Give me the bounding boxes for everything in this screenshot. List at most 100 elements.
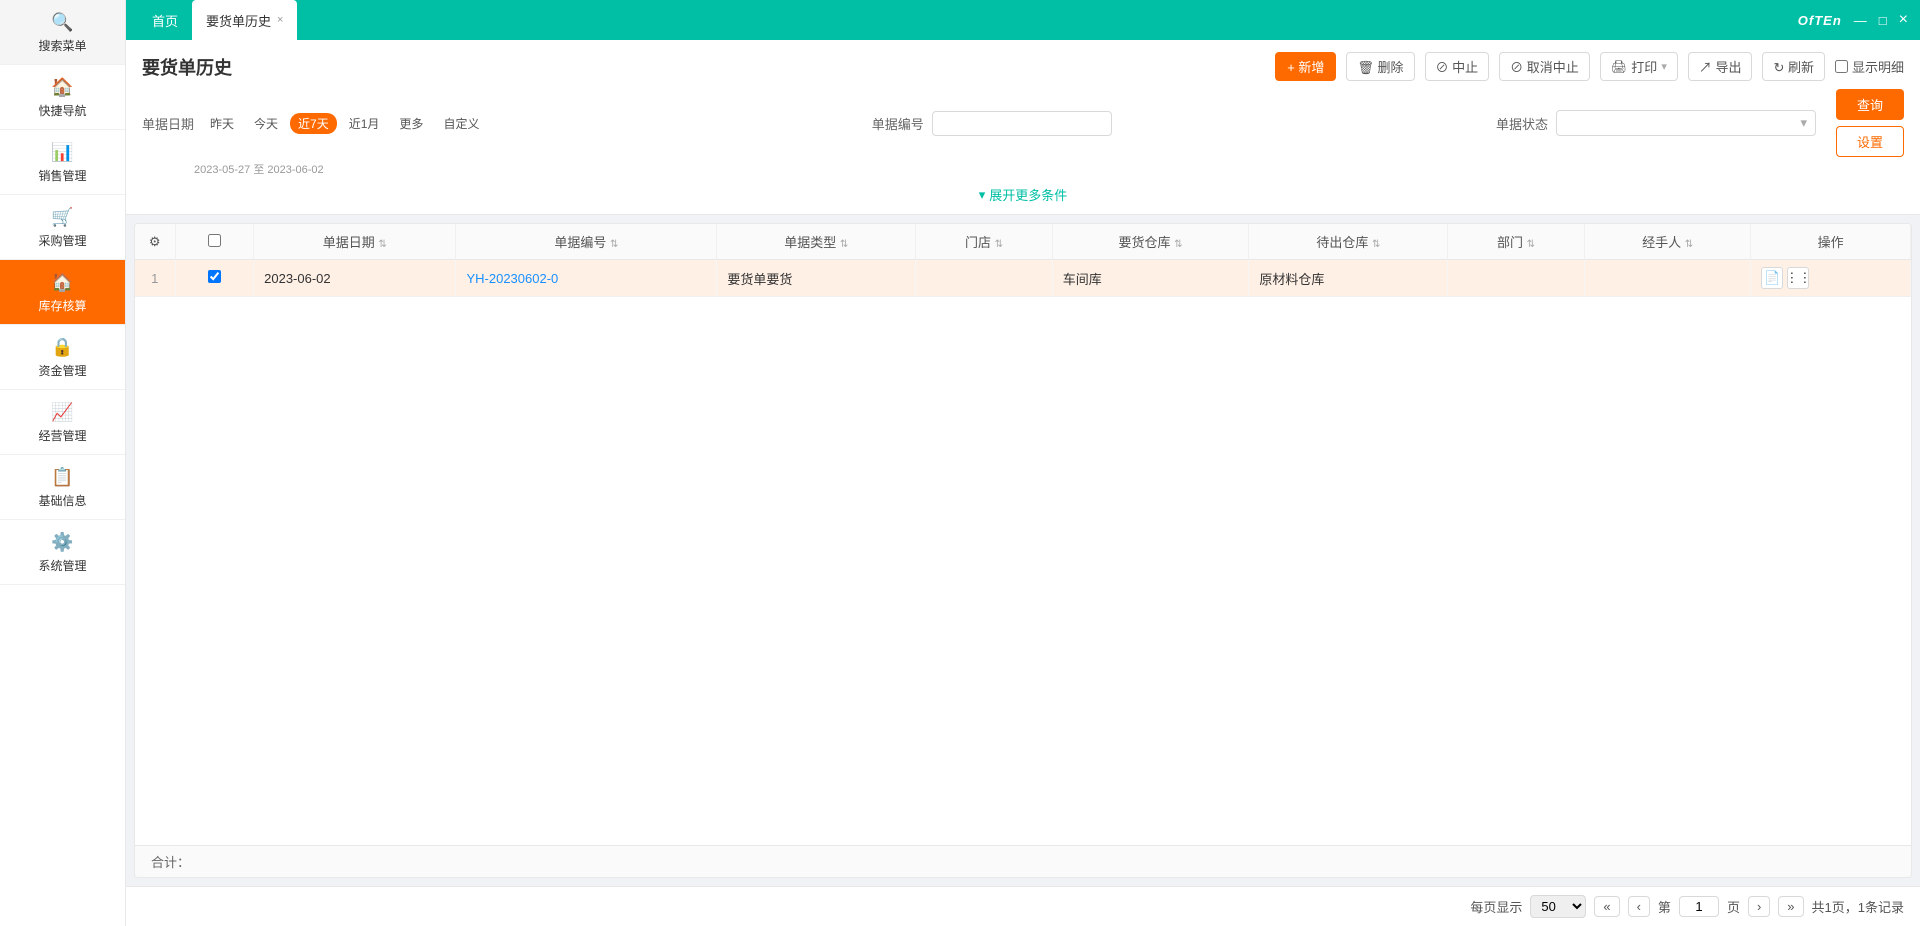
sidebar-item-purchase-mgmt[interactable]: 🛒 采购管理 (0, 195, 125, 260)
sidebar-item-search-menu[interactable]: 🔍 搜索菜单 (0, 0, 125, 65)
table-wrapper: ⚙ 单据日期 ⇅ 单据编号 ⇅ (134, 223, 1912, 878)
toolbar: + 新增 🗑 删除 ⊘ 中止 ⊘ 取消中止 🖨 🖨 打印 打印 ▾ ↗ 导出 ↻… (1275, 52, 1904, 81)
last-page-button[interactable]: » (1778, 896, 1803, 917)
select-all-checkbox[interactable] (208, 234, 221, 247)
page-number-input[interactable] (1679, 896, 1719, 917)
maximize-button[interactable]: □ (1879, 13, 1887, 28)
topbar: 首页 要货单历史 × OfTEn — □ × (126, 0, 1920, 40)
query-button[interactable]: 查询 (1836, 89, 1904, 120)
next-page-button[interactable]: › (1748, 896, 1770, 917)
prev-page-button[interactable]: ‹ (1628, 896, 1650, 917)
col-pending-warehouse: 待出仓库 ⇅ (1249, 224, 1448, 260)
row-num: 1 (135, 260, 175, 297)
row-checkbox[interactable] (208, 270, 221, 283)
col-order-no: 单据编号 ⇅ (456, 224, 717, 260)
expand-more-button[interactable]: ▾ 展开更多条件 (142, 185, 1904, 204)
status-filter-group: 单据状态 ▾ (1496, 110, 1816, 136)
status-select[interactable]: ▾ (1556, 110, 1816, 136)
sidebar-item-sales-mgmt[interactable]: 📊 销售管理 (0, 130, 125, 195)
filter-actions: 查询 设置 (1836, 89, 1904, 157)
cancel-stop-button[interactable]: ⊘ 取消中止 (1499, 52, 1590, 81)
sort-order-no-icon[interactable]: ⇅ (610, 239, 618, 250)
date-filter-group: 单据日期 昨天 今天 近7天 近1月 更多 自定义 (142, 113, 487, 134)
tab-order-history[interactable]: 要货单历史 × (192, 0, 297, 40)
sidebar-item-finance-mgmt[interactable]: 🔒 资金管理 (0, 325, 125, 390)
export-button[interactable]: ↗ 导出 (1688, 52, 1753, 81)
sales-icon: 📊 (51, 142, 73, 163)
row-edit-icon[interactable]: 📄 (1761, 267, 1783, 289)
sidebar-item-quick-nav[interactable]: 🏠 快捷导航 (0, 65, 125, 130)
date-shortcuts: 昨天 今天 近7天 近1月 更多 自定义 (202, 113, 487, 134)
order-no-input[interactable] (932, 111, 1112, 136)
row-more-icon[interactable]: ⋮⋮ (1787, 267, 1809, 289)
shortcut-today[interactable]: 今天 (246, 113, 286, 134)
print-icon: 🖨 (1611, 59, 1628, 75)
sort-date-icon[interactable]: ⇅ (378, 239, 386, 250)
sidebar-item-ops-mgmt[interactable]: 📈 经营管理 (0, 390, 125, 455)
col-gear: ⚙ (135, 224, 175, 260)
refresh-button[interactable]: ↻ 刷新 (1762, 52, 1825, 81)
tab-home[interactable]: 首页 (138, 0, 192, 40)
shortcut-more[interactable]: 更多 (391, 113, 431, 134)
expand-icon: ▾ (979, 187, 986, 203)
delete-button[interactable]: 🗑 删除 (1346, 52, 1414, 81)
sort-order-type-icon[interactable]: ⇅ (840, 239, 848, 250)
row-date: 2023-06-02 (254, 260, 456, 297)
col-order-type: 单据类型 ⇅ (717, 224, 916, 260)
col-checkbox (175, 224, 254, 260)
close-tab-icon[interactable]: × (277, 14, 283, 26)
col-handler: 经手人 ⇅ (1584, 224, 1751, 260)
table-footer: 合计： (135, 845, 1911, 877)
home-icon: 🏠 (51, 77, 73, 98)
gear-icon[interactable]: ⚙ (149, 234, 161, 249)
table-header-row: ⚙ 单据日期 ⇅ 单据编号 ⇅ (135, 224, 1911, 260)
row-order-no: YH-20230602-0 (456, 260, 717, 297)
stop-button[interactable]: ⊘ 中止 (1425, 52, 1490, 81)
sort-req-warehouse-icon[interactable]: ⇅ (1174, 239, 1182, 250)
topbar-right: OfTEn — □ × (1798, 11, 1908, 29)
main-area: 首页 要货单历史 × OfTEn — □ × 要货单历史 + 新增 🗑 删除 ⊘… (126, 0, 1920, 926)
col-req-warehouse: 要货仓库 ⇅ (1052, 224, 1249, 260)
per-page-select[interactable]: 20 50 100 200 (1530, 895, 1586, 918)
setting-button[interactable]: 设置 (1836, 126, 1904, 157)
col-department: 部门 ⇅ (1448, 224, 1585, 260)
display-detail-checkbox[interactable] (1835, 60, 1848, 73)
new-button[interactable]: + 新增 (1275, 52, 1336, 81)
shortcut-1month[interactable]: 近1月 (341, 113, 388, 134)
sort-store-icon[interactable]: ⇅ (995, 239, 1003, 250)
orders-table: ⚙ 单据日期 ⇅ 单据编号 ⇅ (135, 224, 1911, 297)
sidebar-item-inventory[interactable]: 🏠 库存核算 (0, 260, 125, 325)
order-no-filter-group: 单据编号 (872, 111, 1112, 136)
finance-icon: 🔒 (51, 337, 73, 358)
content-area: 要货单历史 + 新增 🗑 删除 ⊘ 中止 ⊘ 取消中止 🖨 🖨 打印 打印 ▾ … (126, 40, 1920, 926)
shortcut-custom[interactable]: 自定义 (435, 113, 487, 134)
col-date: 单据日期 ⇅ (254, 224, 456, 260)
shortcut-7days[interactable]: 近7天 (290, 113, 337, 134)
sort-handler-icon[interactable]: ⇅ (1685, 239, 1693, 250)
page-header: 要货单历史 + 新增 🗑 删除 ⊘ 中止 ⊘ 取消中止 🖨 🖨 打印 打印 ▾ … (126, 40, 1920, 215)
logo-text: OfTEn (1798, 13, 1842, 28)
sort-department-icon[interactable]: ⇅ (1527, 239, 1535, 250)
sidebar-item-basic-info[interactable]: 📋 基础信息 (0, 455, 125, 520)
row-order-type: 要货单要货 (717, 260, 916, 297)
filter-row: 单据日期 昨天 今天 近7天 近1月 更多 自定义 单据编号 (142, 89, 1904, 157)
close-window-button[interactable]: × (1899, 11, 1908, 29)
row-handler (1584, 260, 1751, 297)
sort-pending-warehouse-icon[interactable]: ⇅ (1372, 239, 1380, 250)
row-action-icons: 📄 ⋮⋮ (1761, 267, 1900, 289)
search-menu-icon: 🔍 (51, 12, 73, 33)
minimize-button[interactable]: — (1854, 13, 1867, 28)
page-title: 要货单历史 (142, 54, 232, 80)
row-req-warehouse: 车间库 (1052, 260, 1249, 297)
print-button[interactable]: 🖨 🖨 打印 打印 ▾ (1600, 52, 1678, 81)
table-scroll: ⚙ 单据日期 ⇅ 单据编号 ⇅ (135, 224, 1911, 845)
status-label: 单据状态 (1496, 114, 1548, 133)
display-detail-toggle[interactable]: 显示明细 (1835, 57, 1904, 76)
filter-area: 单据日期 昨天 今天 近7天 近1月 更多 自定义 单据编号 (142, 89, 1904, 214)
first-page-button[interactable]: « (1594, 896, 1619, 917)
ops-icon: 📈 (51, 402, 73, 423)
sidebar-item-system-mgmt[interactable]: ⚙️ 系统管理 (0, 520, 125, 585)
shortcut-yesterday[interactable]: 昨天 (202, 113, 242, 134)
inventory-icon: 🏠 (51, 272, 73, 293)
order-no-link[interactable]: YH-20230602-0 (466, 271, 558, 286)
